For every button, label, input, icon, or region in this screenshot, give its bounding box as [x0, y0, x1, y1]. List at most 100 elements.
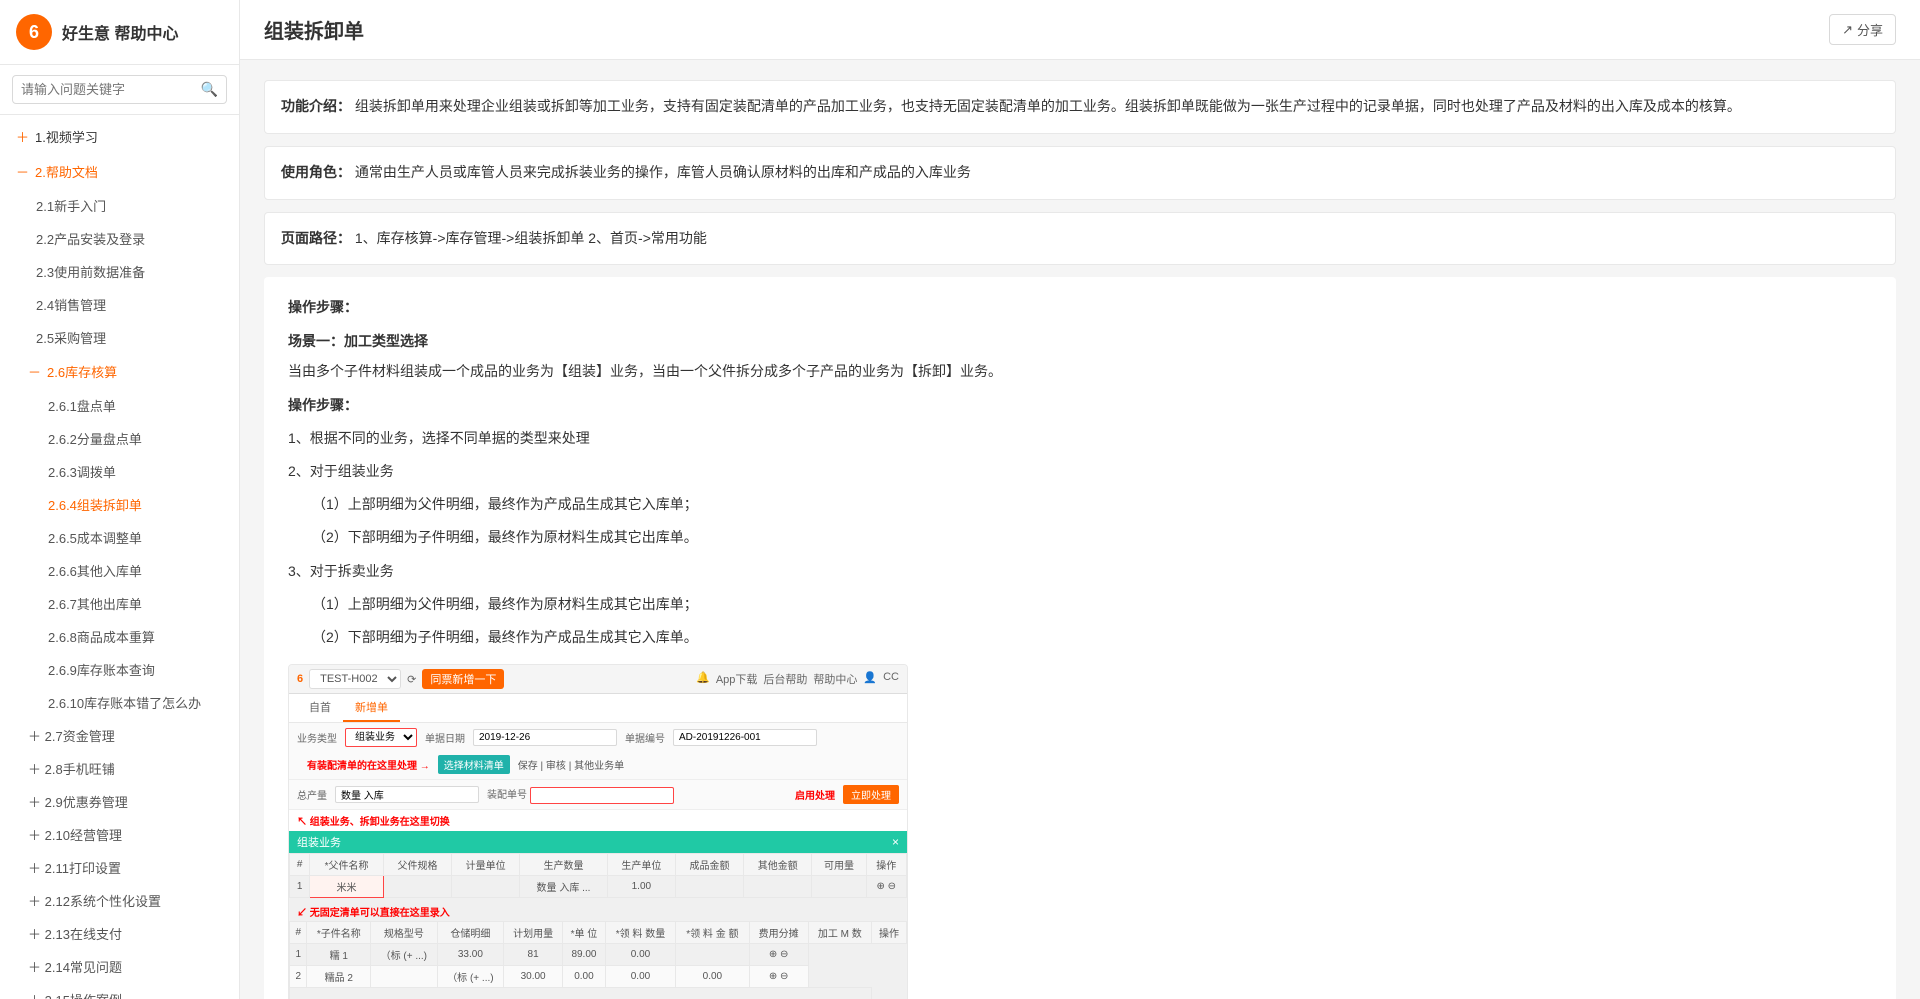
ss-qty-input[interactable]: [335, 786, 479, 803]
ss-org-select[interactable]: TEST-H002: [309, 669, 401, 689]
sidebar-item-purchase[interactable]: 2.5采购管理: [0, 321, 239, 354]
ss-refresh-icon[interactable]: ⟳: [407, 673, 416, 686]
search-icon[interactable]: 🔍: [201, 81, 218, 98]
intro-label: 功能介绍：: [281, 98, 351, 114]
step2-sub2: （2）下部明细为子件明细，最终作为原材料生成其它出库单。: [312, 525, 1872, 550]
ss-bcol-plan-qty: 计划用量: [504, 922, 563, 944]
ss-cell: 1.00: [607, 876, 675, 898]
ss-col-parent-spec: 父件规格: [383, 854, 451, 876]
ss-cell-name[interactable]: 米米: [310, 876, 384, 898]
ss-bcol-proc: 加工 M 数: [808, 922, 872, 944]
sidebar-item-sales[interactable]: 2.4销售管理: [0, 288, 239, 321]
content-area: 功能介绍： 组装拆卸单用来处理企业组装或拆卸等加工业务，支持有固定装配清单的产品…: [240, 60, 1920, 999]
ss-bom-label: 装配单号: [487, 790, 527, 801]
ss-new-btn[interactable]: 同票新增一下: [422, 669, 504, 689]
ss-top-table: # *父件名称 父件规格 计量单位 生产数量 生产单位 成品金额 其他金额 可用…: [289, 853, 907, 898]
sidebar-item-other-out[interactable]: 2.6.7其他出库单: [0, 587, 239, 620]
nav-section: ＋ 1.视频学习 － 2.帮助文档 2.1新手入门 2.2产品安装及登录 2.3…: [0, 115, 239, 999]
ss-bcell: 81: [504, 944, 563, 966]
logo-area: 6 好生意 帮助中心: [0, 0, 239, 65]
path-label: 页面路径：: [281, 230, 351, 246]
ss-col-prod-unit: 生产单位: [607, 854, 675, 876]
ss-bom-input[interactable]: [530, 787, 674, 804]
ss-bcell: （标 (+ ...): [371, 944, 438, 966]
role-text: 通常由生产人员或库管人员来完成拆装业务的操作，库管人员确认原材料的出库和产成品的…: [355, 164, 971, 180]
ss-number-input[interactable]: [673, 729, 817, 746]
sidebar-item-stocktake[interactable]: 2.6.1盘点单: [0, 389, 239, 422]
scene1-desc: 当由多个子件材料组装成一个成品的业务为【组装】业务，当由一个父件拆分成多个子产品…: [288, 359, 1872, 384]
sidebar-item-partial-stocktake[interactable]: 2.6.2分量盘点单: [0, 422, 239, 455]
ss-tab-home[interactable]: 自首: [297, 694, 343, 722]
sidebar-item-faq[interactable]: ＋ 2.14常见问题: [0, 950, 239, 983]
sidebar-item-ops[interactable]: ＋ 2.10经营管理: [0, 818, 239, 851]
ss-bottom-row-1: 1 糯 1 （标 (+ ...) 33.00 81 89.00 0.00 ⊕ ⊖: [290, 944, 907, 966]
ss-tab-new[interactable]: 新增单: [343, 694, 400, 722]
ss-cell-ops[interactable]: ⊕ ⊖: [866, 876, 906, 898]
sidebar-item-cases[interactable]: ＋ 2.15操作案例: [0, 983, 239, 999]
sidebar-item-coupon[interactable]: ＋ 2.9优惠券管理: [0, 785, 239, 818]
sidebar-item-system[interactable]: ＋ 2.12系统个性化设置: [0, 884, 239, 917]
ss-extra-btns: 保存 | 审核 | 其他业务单: [518, 757, 624, 772]
sidebar-item-help-docs[interactable]: － 2.帮助文档: [0, 154, 239, 189]
sidebar-item-inv-ledger[interactable]: 2.6.9库存账本查询: [0, 653, 239, 686]
ss-bottom-table: # *子件名称 规格型号 仓储明细 计划用量 *单 位 *领 料 数量 *领 料…: [289, 921, 907, 999]
ss-bcell: 0.00: [605, 966, 675, 988]
ss-bcell: （标 (+ ...): [437, 966, 504, 988]
ss-bcell: [676, 944, 750, 966]
step3-sub2: （2）下部明细为子件明细，最终作为产成品生成其它入库单。: [312, 625, 1872, 650]
ss-bcol-pick-qty: *领 料 数量: [605, 922, 675, 944]
search-box: 🔍: [12, 75, 227, 104]
ss-bcell: [371, 966, 438, 988]
sidebar-item-mobile[interactable]: ＋ 2.8手机旺铺: [0, 752, 239, 785]
ss-qty-label: 总产量: [297, 787, 327, 802]
sidebar-item-install[interactable]: 2.2产品安装及登录: [0, 222, 239, 255]
ss-empty-row: [290, 988, 872, 999]
ss-cell: [383, 876, 451, 898]
search-input[interactable]: [21, 82, 201, 97]
ss-confirm-btn[interactable]: 立即处理: [843, 785, 899, 804]
ss-select-bom-btn[interactable]: 选择材料清单: [438, 755, 510, 774]
sidebar-item-finance[interactable]: ＋ 2.7资金管理: [0, 719, 239, 752]
sidebar-item-print[interactable]: ＋ 2.11打印设置: [0, 851, 239, 884]
ss-bcell: 30.00: [504, 966, 563, 988]
ss-bcell-name2[interactable]: 糯品 2: [307, 966, 371, 988]
ss-close-btn[interactable]: ×: [892, 835, 899, 849]
path-text: 1、库存核算->库存管理->组装拆卸单 2、首页->常用功能: [355, 230, 707, 246]
ss-type-select[interactable]: 组装业务 拆卸业务: [345, 728, 417, 747]
role-block: 使用角色： 通常由生产人员或库管人员来完成拆装业务的操作，库管人员确认原材料的出…: [264, 146, 1896, 200]
share-button[interactable]: ↗ 分享: [1829, 14, 1896, 45]
ss-icon-area: 🔔 App下载 后台帮助 帮助中心 👤 CC: [696, 671, 899, 687]
ss-form-row2: 总产量 装配单号 启用处理 立即处理: [289, 780, 907, 810]
ss-bcell-name[interactable]: 糯 1: [307, 944, 371, 966]
ss-bom-input-area: 装配单号: [487, 786, 674, 804]
ss-cell: [675, 876, 743, 898]
sidebar-item-inventory[interactable]: － 2.6库存核算: [0, 354, 239, 389]
intro-text: 组装拆卸单用来处理企业组装或拆卸等加工业务，支持有固定装配清单的产品加工业务，也…: [355, 98, 1741, 114]
sidebar-item-goods-cost[interactable]: 2.6.8商品成本重算: [0, 620, 239, 653]
collapse-icon-inventory: －: [28, 362, 41, 381]
sidebar-item-assemble[interactable]: 2.6.4组装拆卸单: [0, 488, 239, 521]
sidebar-item-other-in[interactable]: 2.6.6其他入库单: [0, 554, 239, 587]
ss-bcol-child-name: *子件名称: [307, 922, 371, 944]
sidebar-item-online-pay[interactable]: ＋ 2.13在线支付: [0, 917, 239, 950]
ss-cell: [744, 876, 812, 898]
sidebar-item-inv-error[interactable]: 2.6.10库存账本错了怎么办: [0, 686, 239, 719]
steps-title: 操作步骤：: [288, 297, 1872, 317]
ss-help-label: 后台帮助: [763, 671, 807, 687]
sidebar-item-newbie[interactable]: 2.1新手入门: [0, 189, 239, 222]
ss-bcell-ops[interactable]: ⊕ ⊖: [749, 944, 808, 966]
sidebar-item-cost-adjust[interactable]: 2.6.5成本调整单: [0, 521, 239, 554]
ss-user-code: CC: [883, 671, 899, 687]
main-content: 组装拆卸单 ↗ 分享 功能介绍： 组装拆卸单用来处理企业组装或拆卸等加工业务，支…: [240, 0, 1920, 999]
step3: 3、对于拆卖业务: [288, 559, 1872, 584]
ss-bcell: 2: [290, 966, 307, 988]
scene1-heading: 场景一：加工类型选择: [288, 331, 1872, 351]
sidebar-item-adjust[interactable]: 2.6.3调拨单: [0, 455, 239, 488]
share-icon: ↗: [1842, 22, 1853, 38]
sidebar-item-video[interactable]: ＋ 1.视频学习: [0, 119, 239, 154]
sidebar-item-prep[interactable]: 2.3使用前数据准备: [0, 255, 239, 288]
ss-bcell-ops2[interactable]: ⊕ ⊖: [749, 966, 808, 988]
ss-date-input[interactable]: [473, 729, 617, 746]
ss-bottom-row-3: [290, 988, 907, 999]
ss-bcell: 33.00: [437, 944, 504, 966]
